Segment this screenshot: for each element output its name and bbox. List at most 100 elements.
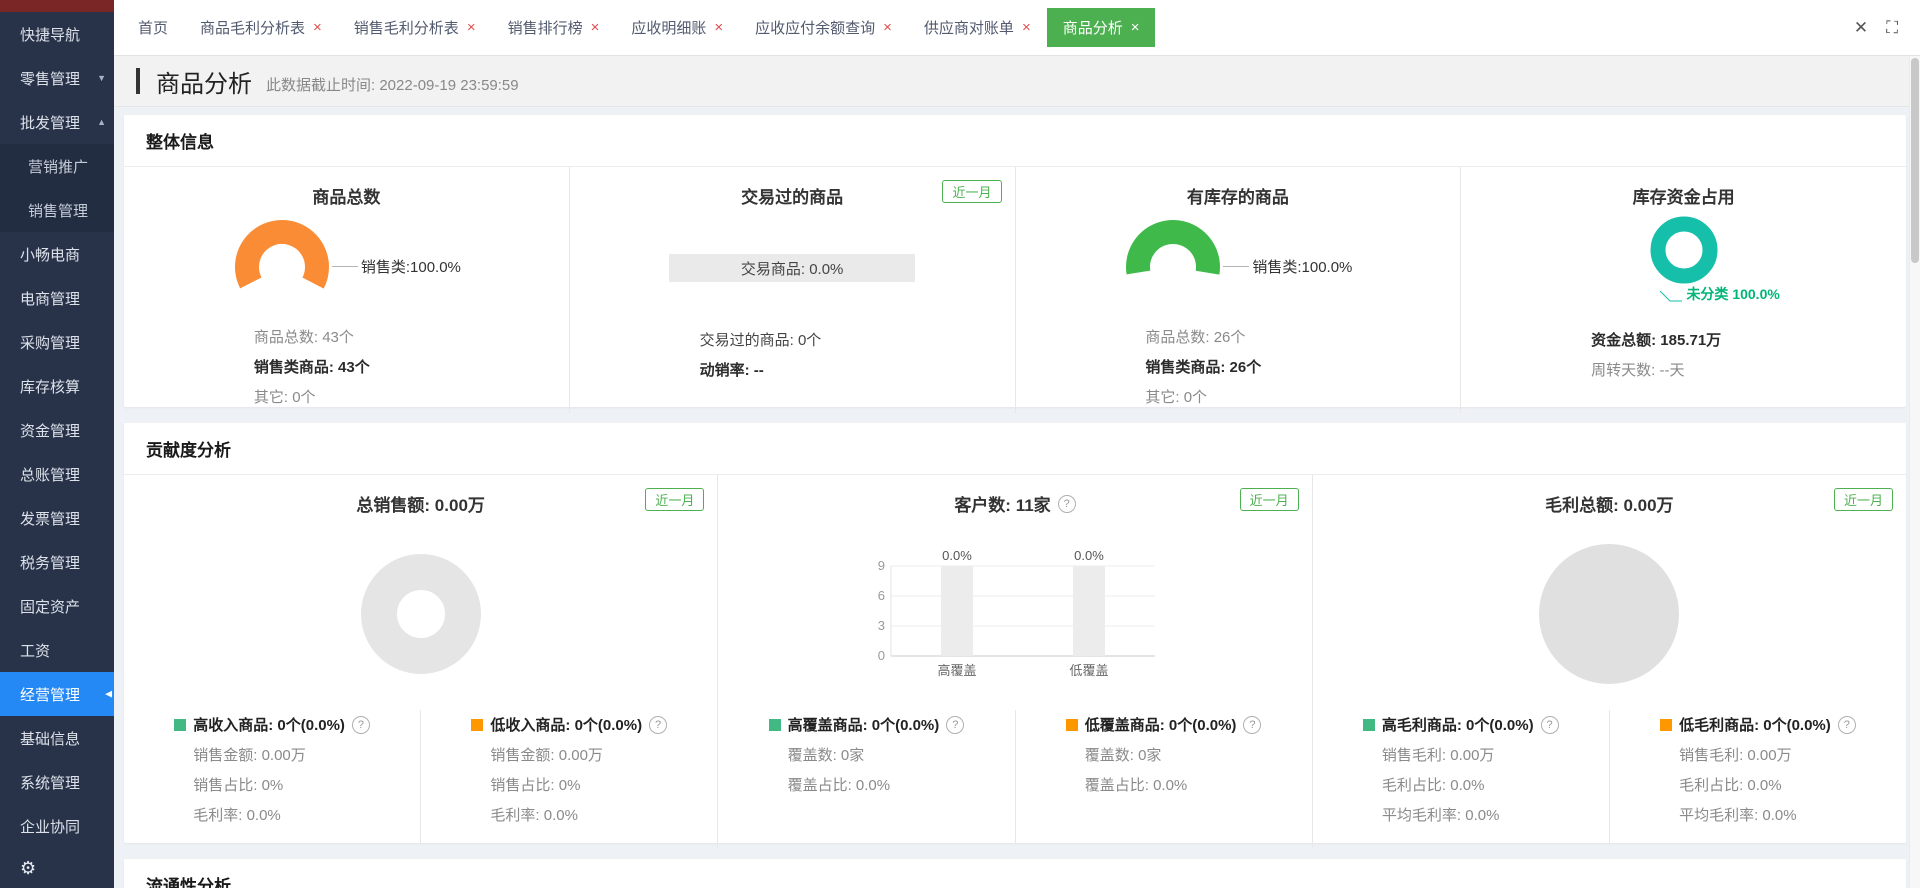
tab-close-icon[interactable]: × xyxy=(591,19,600,36)
sidebar-item-enterprise-collab[interactable]: 企业协同 xyxy=(0,804,114,848)
stat-line: 毛利率: 0.0% xyxy=(193,807,281,824)
stat-line: 毛利占比: 0.0% xyxy=(1679,777,1782,794)
tab-ar-ap-balance[interactable]: 应收应付余额查询 × xyxy=(739,8,908,47)
help-icon[interactable]: ? xyxy=(351,715,370,734)
stat-group-low-income: 低收入商品: 0个(0.0%) ? 销售金额: 0.00万 销售占比: 0% 毛… xyxy=(471,710,668,843)
sidebar-item-label: 库存核算 xyxy=(20,378,81,396)
bar-value-label: 0.0% xyxy=(942,548,972,563)
traded-progress-bar: 交易商品: 0.0% xyxy=(669,254,916,282)
bar-high-coverage xyxy=(940,566,973,656)
fullscreen-icon[interactable]: ⛶ xyxy=(1886,18,1898,38)
stat-line: 毛利占比: 0.0% xyxy=(1381,777,1485,794)
panel-title: 交易过的商品 xyxy=(741,188,844,207)
vertical-scrollbar[interactable] xyxy=(1909,56,1920,888)
close-icon[interactable]: ✕ xyxy=(1854,18,1868,38)
group-label: 低覆盖商品: 0个(0.0%) xyxy=(1084,717,1237,734)
tab-product-analysis[interactable]: 商品分析 × xyxy=(1046,8,1156,47)
main-area: 首页 商品毛利分析表 × 销售毛利分析表 × 销售排行榜 × 应收明细账 × 应收应付余… xyxy=(114,0,1920,888)
stat-line: 覆盖数: 0家 xyxy=(1084,747,1162,764)
tab-bar: 首页 商品毛利分析表 × 销售毛利分析表 × 销售排行榜 × 应收明细账 × 应收应付余… xyxy=(114,0,1920,56)
stat-line: 交易过的商品: 0个 xyxy=(699,332,822,349)
sidebar-item-operations[interactable]: 经营管理 ◀ xyxy=(0,672,114,716)
sidebar-item-xiaochang-ecom[interactable]: 小畅电商 xyxy=(0,232,114,276)
app-window: 快捷导航 零售管理 ▼ 批发管理 ▲ 营销推广 销售管理 小畅电商 电商管理 采购管… xyxy=(0,0,1920,888)
tab-close-icon[interactable]: × xyxy=(1131,19,1140,36)
contribution-col-gross-profit: 毛利总额: 0.00万 近一月 高毛利商品: 0个(0.0%) ? 销售毛利: … xyxy=(1311,475,1906,849)
help-icon[interactable]: ? xyxy=(1243,715,1262,734)
sidebar-item-payroll[interactable]: 工资 xyxy=(0,628,114,672)
y-tick: 9 xyxy=(878,558,885,573)
tab-close-icon[interactable]: × xyxy=(1022,19,1031,36)
overview-section: 整体信息 商品总数 销售类:100.0% 商品总数: 43个 销售类商品: 43… xyxy=(124,115,1906,413)
contribution-section: 贡献度分析 总销售额: 0.00万 近一月 高收入商品: 0个(0.0%) ? … xyxy=(124,423,1906,849)
tab-close-icon[interactable]: × xyxy=(714,19,723,36)
column-title: 客户数: 11家 ? xyxy=(954,491,1076,516)
help-icon[interactable]: ? xyxy=(649,715,668,734)
contribution-body: 总销售额: 0.00万 近一月 高收入商品: 0个(0.0%) ? 销售金额: … xyxy=(124,475,1906,849)
bar-low-coverage xyxy=(1072,566,1105,656)
help-icon[interactable]: ? xyxy=(946,715,965,734)
column-stats: 高覆盖商品: 0个(0.0%) ? 覆盖数: 0家 覆盖占比: 0.0% 低覆盖… xyxy=(718,710,1311,849)
sidebar-item-general-ledger[interactable]: 总账管理 xyxy=(0,452,114,496)
tab-label: 商品毛利分析表 xyxy=(200,20,306,37)
stat-line: 商品总数: 43个 xyxy=(253,329,354,346)
tab-label: 销售排行榜 xyxy=(507,20,583,37)
sidebar-item-system[interactable]: 系统管理 xyxy=(0,760,114,804)
donut-label: 销售类:100.0% xyxy=(360,259,461,276)
scrollbar-thumb[interactable] xyxy=(1911,58,1919,263)
sidebar-item-basic-info[interactable]: 基础信息 xyxy=(0,716,114,760)
stat-line: 销售毛利: 0.00万 xyxy=(1679,747,1792,764)
sidebar-item-tax[interactable]: 税务管理 xyxy=(0,540,114,584)
tab-close-icon[interactable]: × xyxy=(883,19,892,36)
liquidity-section: 流通性分析 xyxy=(124,859,1906,888)
panel-in-stock-products: 有库存的商品 销售类:100.0% 商品总数: 26个 销售类商品: 26个 其… xyxy=(1014,167,1461,413)
legend-square-orange xyxy=(1065,718,1078,731)
stat-half: 低覆盖商品: 0个(0.0%) ? 覆盖数: 0家 覆盖占比: 0.0% xyxy=(1014,710,1312,843)
sidebar-item-inventory-accounting[interactable]: 库存核算 xyxy=(0,364,114,408)
total-sales-donut-chart xyxy=(346,518,496,710)
tab-supplier-statement[interactable]: 供应商对账单 × xyxy=(908,8,1047,47)
period-badge: 近一月 xyxy=(1239,488,1299,511)
legend-square-green xyxy=(1362,718,1375,731)
column-title-text: 客户数: 11家 xyxy=(954,496,1051,515)
period-badge: 近一月 xyxy=(645,488,705,511)
y-tick: 3 xyxy=(878,618,885,633)
sidebar-item-invoice[interactable]: 发票管理 xyxy=(0,496,114,540)
panel-stats: 商品总数: 43个 销售类商品: 43个 其它: 0个 xyxy=(254,323,439,413)
sidebar-item-marketing[interactable]: 营销推广 xyxy=(0,144,114,188)
tab-sales-ranking[interactable]: 销售排行榜 × xyxy=(492,8,616,47)
sidebar-item-ecom-mgmt[interactable]: 电商管理 xyxy=(0,276,114,320)
sidebar-item-sales-mgmt[interactable]: 销售管理 xyxy=(0,188,114,232)
gear-icon[interactable]: ⚙ xyxy=(20,858,36,879)
period-badge: 近一月 xyxy=(942,180,1002,203)
stat-half: 高覆盖商品: 0个(0.0%) ? 覆盖数: 0家 覆盖占比: 0.0% xyxy=(718,710,1014,843)
tab-home[interactable]: 首页 xyxy=(122,8,184,47)
sidebar-item-retail[interactable]: 零售管理 ▼ xyxy=(0,56,114,100)
sidebar-item-fixed-assets[interactable]: 固定资产 xyxy=(0,584,114,628)
column-title: 毛利总额: 0.00万 xyxy=(1545,491,1673,516)
sidebar-item-purchase[interactable]: 采购管理 xyxy=(0,320,114,364)
help-icon[interactable]: ? xyxy=(1540,715,1559,734)
stat-line: 覆盖数: 0家 xyxy=(787,747,865,764)
sidebar-item-funds[interactable]: 资金管理 xyxy=(0,408,114,452)
group-label: 低毛利商品: 0个(0.0%) xyxy=(1679,717,1831,734)
tab-product-gross-profit[interactable]: 商品毛利分析表 × xyxy=(184,8,338,47)
tab-sales-gross-profit[interactable]: 销售毛利分析表 × xyxy=(338,8,492,47)
help-icon[interactable]: ? xyxy=(1057,494,1076,513)
sidebar-item-wholesale[interactable]: 批发管理 ▲ xyxy=(0,100,114,144)
group-label: 高收入商品: 0个(0.0%) xyxy=(193,717,345,734)
donut-gray xyxy=(360,554,481,674)
legend-square-green xyxy=(174,718,187,731)
group-label: 高覆盖商品: 0个(0.0%) xyxy=(787,717,940,734)
sidebar-item-label: 发票管理 xyxy=(20,510,81,528)
inventory-capital-donut-chart: 未分类 100.0% xyxy=(1587,212,1780,324)
tab-close-icon[interactable]: × xyxy=(313,19,322,36)
sidebar-item-quick-nav[interactable]: 快捷导航 xyxy=(0,12,114,56)
panel-traded-products: 交易过的商品 近一月 交易商品: 0.0% 交易过的商品: 0个 动销率: -- xyxy=(568,167,1015,413)
tab-receivable-detail[interactable]: 应收明细账 × xyxy=(615,8,739,47)
sidebar-item-label: 经营管理 xyxy=(20,686,81,704)
tab-close-icon[interactable]: × xyxy=(467,19,476,36)
help-icon[interactable]: ? xyxy=(1837,715,1856,734)
sidebar-item-label: 税务管理 xyxy=(20,554,81,572)
bar-chart: 9 6 3 0 0.0% 0.0% 高覆盖 低覆盖 xyxy=(878,548,1155,678)
